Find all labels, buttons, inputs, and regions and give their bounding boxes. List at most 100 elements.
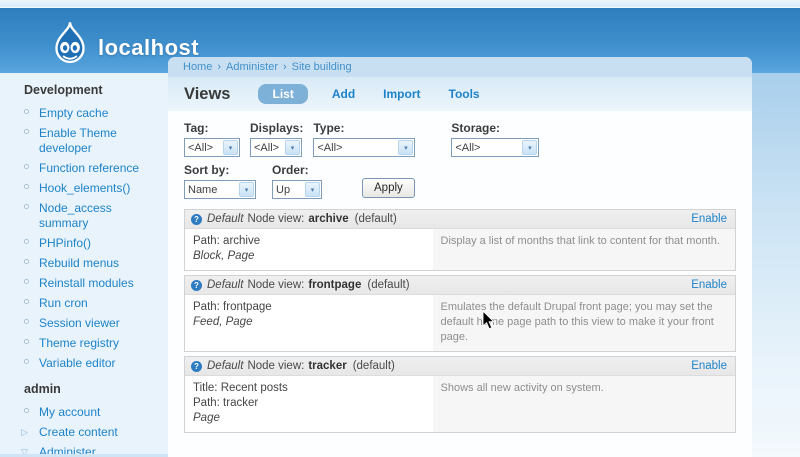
bullet-circle-icon: [24, 339, 29, 344]
filter-sort-by-label: Sort by:: [184, 163, 230, 177]
main-area: Tag: <All> ▾ Displays: <All> ▾ Type: <Al…: [168, 111, 752, 457]
bullet-circle-icon: [24, 184, 29, 189]
view-description: Display a list of months that link to co…: [432, 229, 735, 270]
filter-displays-label: Displays:: [250, 121, 304, 135]
view-status: (default): [354, 213, 397, 225]
view-row-header: ? Default Node view: archive (default) E…: [185, 210, 735, 229]
sidebar-item-node-access-summary[interactable]: Node_access summary: [24, 201, 154, 231]
filter-order: Order: Up ▾: [272, 163, 322, 199]
view-displays: Page: [193, 412, 220, 424]
tab-import[interactable]: Import: [383, 87, 420, 101]
view-kind-label: Node view:: [247, 213, 305, 225]
views-list: ? Default Node view: archive (default) E…: [184, 209, 736, 433]
storage-select[interactable]: <All> ▾: [451, 138, 540, 157]
drupal-droplet-icon: [55, 22, 85, 64]
view-default-label: Default: [207, 213, 244, 225]
sort-by-select[interactable]: Name ▾: [184, 180, 256, 199]
sidebar-item-variable-editor[interactable]: Variable editor: [24, 356, 154, 371]
tab-list[interactable]: List: [258, 84, 308, 104]
right-background-gutter: [752, 73, 800, 457]
view-row-body: Path: frontpage Feed, Page Emulates the …: [185, 295, 735, 351]
dropdown-arrow-icon: ▾: [285, 140, 300, 155]
view-path: Path: frontpage: [193, 301, 272, 313]
enable-link[interactable]: Enable: [691, 213, 727, 225]
tab-add[interactable]: Add: [332, 87, 355, 101]
breadcrumb-separator: ›: [282, 61, 287, 73]
enable-link[interactable]: Enable: [691, 360, 727, 372]
filter-type-label: Type:: [313, 121, 345, 135]
view-name: tracker: [308, 360, 347, 372]
view-kind-label: Node view:: [247, 279, 305, 291]
sidebar-item-session-viewer[interactable]: Session viewer: [24, 316, 154, 331]
help-icon[interactable]: ?: [191, 213, 202, 225]
bullet-circle-icon: [24, 299, 29, 304]
breadcrumb-separator: ›: [217, 61, 222, 73]
dropdown-arrow-icon: ▾: [305, 182, 320, 197]
dropdown-arrow-icon: ▾: [223, 140, 238, 155]
filter-tag-label: Tag:: [184, 121, 209, 135]
page-top-strip: [0, 0, 800, 8]
sidebar-item-rebuild-menus[interactable]: Rebuild menus: [24, 256, 154, 271]
bullet-circle-icon: [24, 164, 29, 169]
view-row-frontpage: ? Default Node view: frontpage (default)…: [184, 275, 736, 352]
breadcrumb: Home › Administer › Site building: [168, 57, 752, 77]
sidebar-item-reinstall-modules[interactable]: Reinstall modules: [24, 276, 154, 291]
tag-select[interactable]: <All> ▾: [184, 138, 240, 157]
sidebar-item-hook-elements[interactable]: Hook_elements(): [24, 181, 154, 196]
view-title: Title: Recent posts: [193, 382, 288, 394]
sidebar-item-function-reference[interactable]: Function reference: [24, 161, 154, 176]
filter-order-label: Order:: [272, 163, 309, 177]
sidebar-item-run-cron[interactable]: Run cron: [24, 296, 154, 311]
apply-button[interactable]: Apply: [362, 178, 415, 198]
view-info-cell: Title: Recent posts Path: tracker Page: [185, 376, 433, 432]
view-info-cell: Path: archive Block, Page: [185, 229, 433, 270]
sidebar-item-phpinfo[interactable]: PHPinfo(): [24, 236, 154, 251]
sidebar-section-title: admin: [24, 382, 61, 396]
filter-type: Type: <All> ▾: [313, 121, 416, 157]
drupal-views-admin-page: localhost Development Empty cache Enable…: [0, 0, 800, 457]
filter-tag: Tag: <All> ▾: [184, 121, 240, 157]
sidebar-item-theme-registry[interactable]: Theme registry: [24, 336, 154, 351]
sidebar: Development Empty cache Enable Theme dev…: [0, 73, 168, 457]
enable-link[interactable]: Enable: [691, 279, 727, 291]
bullet-circle-icon: [24, 279, 29, 284]
sidebar-section-development: Development Empty cache Enable Theme dev…: [0, 73, 168, 371]
filters-row-2: Sort by: Name ▾ Order: Up ▾ Apply: [184, 163, 736, 199]
view-path: Path: tracker: [193, 397, 259, 409]
view-description: Shows all new activity on system.: [432, 376, 735, 432]
expanded-arrow-icon[interactable]: ▽: [21, 445, 28, 457]
type-select[interactable]: <All> ▾: [313, 138, 416, 157]
tabs-row: Views List Add Import Tools: [168, 77, 752, 111]
dropdown-arrow-icon: ▾: [398, 140, 414, 155]
collapsed-arrow-icon[interactable]: ▷: [21, 425, 28, 440]
view-kind-label: Node view:: [247, 360, 305, 372]
page-title: Views: [184, 84, 231, 103]
view-status: (default): [367, 279, 410, 291]
view-row-header: ? Default Node view: frontpage (default)…: [185, 276, 735, 295]
view-info-cell: Path: frontpage Feed, Page: [185, 295, 433, 351]
help-icon[interactable]: ?: [191, 279, 202, 291]
filter-storage-label: Storage:: [451, 121, 501, 135]
bullet-circle-icon: [24, 239, 29, 244]
bullet-circle-icon: [24, 259, 29, 264]
tab-tools[interactable]: Tools: [449, 87, 480, 101]
sidebar-item-create-content[interactable]: ▷ Create content: [21, 425, 154, 440]
breadcrumb-link-home[interactable]: Home: [183, 61, 212, 73]
filters-row-1: Tag: <All> ▾ Displays: <All> ▾ Type: <Al…: [184, 121, 736, 157]
sidebar-item-my-account[interactable]: My account: [24, 405, 154, 420]
bullet-circle-icon: [24, 408, 29, 413]
breadcrumb-link-administer[interactable]: Administer: [226, 61, 278, 73]
help-icon[interactable]: ?: [191, 360, 202, 372]
sidebar-item-enable-theme-developer[interactable]: Enable Theme developer: [24, 126, 154, 156]
breadcrumb-link-site-building[interactable]: Site building: [292, 61, 352, 73]
bullet-circle-icon: [24, 204, 29, 209]
sidebar-item-empty-cache[interactable]: Empty cache: [24, 106, 154, 121]
bullet-circle-icon: [24, 319, 29, 324]
sidebar-item-administer[interactable]: ▽ Administer: [21, 445, 154, 457]
content-panel: Home › Administer › Site building Views …: [168, 57, 752, 457]
displays-select[interactable]: <All> ▾: [250, 138, 302, 157]
view-displays: Feed, Page: [193, 316, 253, 328]
view-row-header: ? Default Node view: tracker (default) E…: [185, 357, 735, 376]
order-select[interactable]: Up ▾: [272, 180, 322, 199]
view-row-body: Path: archive Block, Page Display a list…: [185, 229, 735, 270]
